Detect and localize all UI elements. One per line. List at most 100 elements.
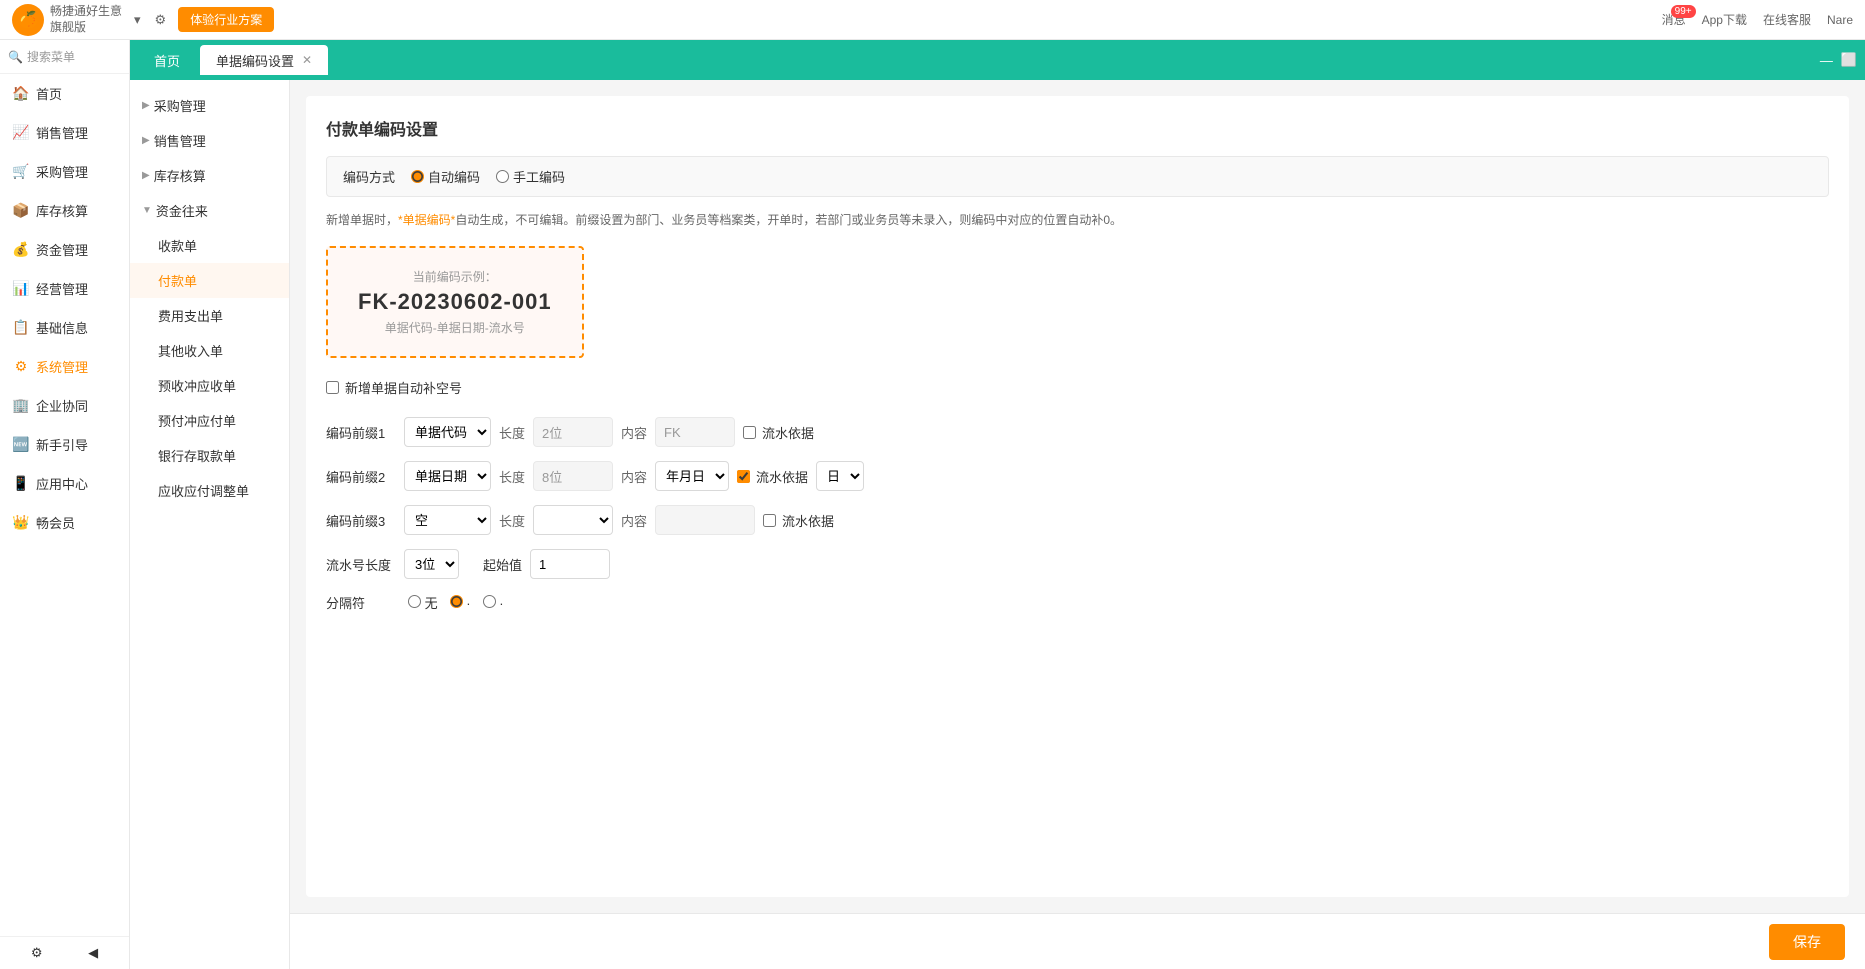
sub-group-purchase[interactable]: ▶ 采购管理	[130, 88, 289, 123]
appcenter-icon: 📱	[12, 475, 30, 493]
prefix1-content-label: 内容	[621, 423, 647, 442]
sub-item-expense[interactable]: 费用支出单	[130, 298, 289, 333]
stream-length-select[interactable]: 3位 4位 5位	[404, 549, 459, 579]
sidebar-item-operations[interactable]: 📊 经营管理	[0, 269, 129, 308]
sub-item-advance-offset[interactable]: 预付冲应付单	[130, 403, 289, 438]
prefix3-length-select[interactable]	[533, 505, 613, 535]
sub-item-receipt[interactable]: 收款单	[130, 228, 289, 263]
prefix1-stream-checkbox[interactable]	[743, 426, 756, 439]
tab-minimize-icon[interactable]: —	[1820, 53, 1833, 68]
sub-sidebar: ▶ 采购管理 ▶ 销售管理 ▶ 库存核算 ▼ 资金往来 收款单 付款单 费用支出…	[130, 80, 290, 969]
separator-none-option[interactable]: 无	[408, 593, 438, 612]
sidebar-footer: ⚙ ◀	[0, 936, 129, 969]
nav-dropdown[interactable]: ▾	[130, 12, 145, 28]
home-icon: 🏠	[12, 85, 30, 103]
auto-encode-option[interactable]: 自动编码	[411, 167, 480, 186]
sidebar-item-purchase[interactable]: 🛒 采购管理	[0, 152, 129, 191]
prefix2-stream-unit-select[interactable]: 日 月 年	[816, 461, 864, 491]
tab-close-icon[interactable]: ✕	[302, 53, 312, 67]
page-title: 付款单编码设置	[326, 116, 1829, 140]
separator-row: 分隔符 无 · ·	[326, 593, 1829, 612]
prefix3-content-label: 内容	[621, 511, 647, 530]
prefix1-select[interactable]: 单据代码 单据日期 空 部门 业务员	[404, 417, 491, 447]
sub-item-payment[interactable]: 付款单	[130, 263, 289, 298]
sidebar-item-home[interactable]: 🏠 首页	[0, 74, 129, 113]
prefix2-length-label: 长度	[499, 467, 525, 486]
separator-none-radio[interactable]	[408, 595, 421, 608]
chevron-down-icon: ▼	[142, 205, 152, 216]
sidebar-item-newguide[interactable]: 🆕 新手引导	[0, 425, 129, 464]
footer-settings-icon[interactable]: ⚙	[31, 945, 43, 961]
encoding-method-row: 编码方式 自动编码 手工编码	[326, 156, 1829, 197]
sub-item-prepaid-offset[interactable]: 预收冲应收单	[130, 368, 289, 403]
manual-encode-radio[interactable]	[496, 170, 509, 183]
message-badge: 99+	[1671, 5, 1696, 18]
sub-item-ar-ap-adjust[interactable]: 应收应付调整单	[130, 473, 289, 508]
basic-icon: 📋	[12, 319, 30, 337]
sub-item-bank[interactable]: 银行存取款单	[130, 438, 289, 473]
user-name[interactable]: Nare	[1827, 13, 1853, 27]
topbar-right: 消息 99+ App下载 在线客服 Nare	[1662, 11, 1853, 28]
auto-fill-checkbox[interactable]	[326, 381, 339, 394]
prefix3-stream-checkbox[interactable]	[763, 514, 776, 527]
enterprise-icon: 🏢	[12, 397, 30, 415]
separator-label: 分隔符	[326, 593, 396, 612]
separator-dot-radio[interactable]	[450, 595, 463, 608]
sub-group-inventory[interactable]: ▶ 库存核算	[130, 158, 289, 193]
save-button[interactable]: 保存	[1769, 924, 1845, 960]
sidebar-item-member[interactable]: 👑 畅会员	[0, 503, 129, 542]
logo: 🍊 畅捷通好生意 旗舰版	[12, 4, 122, 36]
tab-maximize-icon[interactable]: ⬜	[1841, 52, 1857, 68]
sub-group-capital[interactable]: ▼ 资金往来	[130, 193, 289, 228]
sidebar-item-finance[interactable]: 💰 资金管理	[0, 230, 129, 269]
prefix2-content-select[interactable]: 年月日 年月 年	[655, 461, 729, 491]
sub-item-other-income[interactable]: 其他收入单	[130, 333, 289, 368]
sidebar-search[interactable]: 🔍 搜索菜单	[0, 40, 129, 74]
newguide-icon: 🆕	[12, 436, 30, 454]
separator-dot-option[interactable]: ·	[450, 595, 471, 611]
trial-button[interactable]: 体验行业方案	[178, 7, 274, 32]
prefix2-stream-checkbox[interactable]	[737, 470, 750, 483]
operations-icon: 📊	[12, 280, 30, 298]
prefix2-label: 编码前缀2	[326, 467, 396, 486]
prefix3-content-value	[655, 505, 755, 535]
prefix1-stream-row: 流水依据	[743, 423, 814, 442]
prefix3-select[interactable]: 空 单据代码 单据日期 部门 业务员	[404, 505, 491, 535]
page-content: 付款单编码设置 编码方式 自动编码 手工编码	[290, 80, 1865, 969]
sub-group-sales[interactable]: ▶ 销售管理	[130, 123, 289, 158]
prefix1-length-value: 2位	[533, 417, 613, 447]
sidebar-item-system[interactable]: ⚙ 系统管理	[0, 347, 129, 386]
separator-dot2-radio[interactable]	[483, 595, 496, 608]
tabbar: 首页 单据编码设置 ✕ — ⬜	[130, 40, 1865, 80]
message-button[interactable]: 消息 99+	[1662, 11, 1686, 28]
start-value-label: 起始值	[483, 555, 522, 574]
sidebar-item-inventory[interactable]: 📦 库存核算	[0, 191, 129, 230]
auto-encode-radio[interactable]	[411, 170, 424, 183]
preview-label: 当前编码示例：	[358, 268, 552, 285]
member-icon: 👑	[12, 514, 30, 532]
stream-length-row: 流水号长度 3位 4位 5位 起始值	[326, 549, 1829, 579]
footer-collapse-icon[interactable]: ◀	[88, 945, 98, 961]
system-icon: ⚙	[12, 358, 30, 376]
sidebar-item-appcenter[interactable]: 📱 应用中心	[0, 464, 129, 503]
chevron-right-icon: ▶	[142, 100, 150, 111]
prefix2-row: 编码前缀2 单据日期 单据代码 空 部门 业务员 长度 8位 内容	[326, 461, 1829, 491]
prefix2-select[interactable]: 单据日期 单据代码 空 部门 业务员	[404, 461, 491, 491]
online-service[interactable]: 在线客服	[1763, 11, 1811, 28]
settings-icon[interactable]: ⚙	[151, 12, 171, 28]
logo-text: 畅捷通好生意 旗舰版	[50, 4, 122, 35]
tab-encoding-settings[interactable]: 单据编码设置 ✕	[200, 45, 328, 75]
prefix3-stream-row: 流水依据	[763, 511, 834, 530]
separator-dot2-option[interactable]: ·	[483, 595, 504, 611]
bottom-bar: 保存	[290, 913, 1865, 969]
content-area: 首页 单据编码设置 ✕ — ⬜ ▶ 采购管理 ▶ 销售管理	[130, 40, 1865, 969]
app-download[interactable]: App下载	[1702, 11, 1747, 28]
tab-home[interactable]: 首页	[138, 45, 196, 75]
manual-encode-option[interactable]: 手工编码	[496, 167, 565, 186]
start-value-input[interactable]	[530, 549, 610, 579]
sidebar-item-sales[interactable]: 📈 销售管理	[0, 113, 129, 152]
sidebar-item-enterprise[interactable]: 🏢 企业协同	[0, 386, 129, 425]
info-text: 新增单据时，*单据编码*自动生成，不可编辑。前缀设置为部门、业务员等档案类，开单…	[326, 211, 1829, 230]
chevron-right-icon: ▶	[142, 170, 150, 181]
sidebar-item-basic[interactable]: 📋 基础信息	[0, 308, 129, 347]
